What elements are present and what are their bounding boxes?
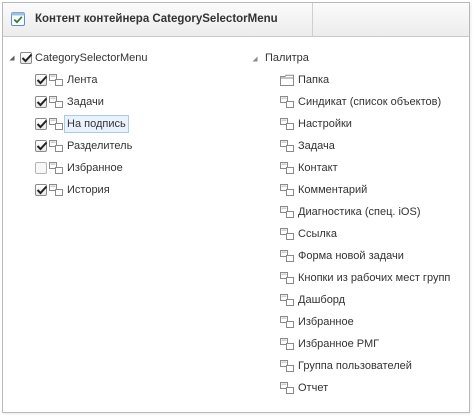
node-icon bbox=[280, 206, 294, 218]
palette-item-label: Группа пользователей bbox=[298, 360, 412, 372]
panel-checkbox-icon bbox=[11, 12, 25, 26]
node-icon bbox=[280, 294, 294, 306]
palette-item-label: Кнопки из рабочих мест групп bbox=[298, 272, 451, 284]
node-icon bbox=[280, 96, 294, 108]
item-checkbox[interactable] bbox=[35, 140, 48, 152]
palette-item-label: Синдикат (список объектов) bbox=[298, 96, 442, 108]
palette-item-label: Форма новой задачи bbox=[298, 250, 404, 262]
collapse-arrow-icon[interactable] bbox=[251, 55, 259, 63]
palette-item-label: Избранное bbox=[298, 316, 354, 328]
root-checkbox[interactable] bbox=[20, 52, 33, 64]
item-checkbox[interactable] bbox=[35, 184, 48, 196]
node-icon bbox=[49, 74, 63, 86]
node-icon bbox=[280, 250, 294, 262]
node-icon bbox=[280, 360, 294, 372]
collapse-arrow-icon[interactable] bbox=[8, 54, 16, 62]
palette-item-label: Контакт bbox=[298, 162, 338, 174]
palette-item-label: Отчет bbox=[298, 382, 329, 394]
folder-icon bbox=[280, 74, 294, 86]
node-icon bbox=[280, 118, 294, 130]
tree-item-label: Разделитель bbox=[67, 140, 133, 152]
node-icon bbox=[280, 272, 294, 284]
node-icon bbox=[280, 184, 294, 196]
palette-item-label: Дашборд bbox=[298, 294, 346, 306]
header-divider bbox=[312, 3, 313, 37]
tree-item-label: Лента bbox=[67, 74, 98, 86]
node-icon bbox=[49, 96, 63, 108]
palette-item-label: Комментарий bbox=[298, 184, 368, 196]
palette-root-label[interactable]: Палитра bbox=[265, 51, 309, 65]
palette-item-label: Папка bbox=[298, 74, 330, 86]
palette-item-label: Ссылка bbox=[298, 228, 337, 240]
node-icon bbox=[49, 140, 63, 152]
tree-item-label: На подпись bbox=[64, 115, 129, 133]
tree-item-label: Избранное bbox=[67, 162, 123, 174]
node-icon bbox=[280, 382, 294, 394]
tree-item-label: История bbox=[67, 184, 110, 196]
palette-item-label: Диагностика (спец. iOS) bbox=[298, 206, 421, 218]
node-icon bbox=[280, 228, 294, 240]
node-icon bbox=[49, 184, 63, 196]
palette-item-label: Настройки bbox=[298, 118, 352, 130]
panel-header: Контент контейнера CategorySelectorMenu bbox=[3, 3, 469, 37]
container-content-panel: Контент контейнера CategorySelectorMenu … bbox=[2, 2, 470, 413]
palette-item-label: Избранное РМГ bbox=[298, 338, 380, 350]
node-icon bbox=[280, 140, 294, 152]
node-icon bbox=[49, 162, 63, 174]
panel-title: Контент контейнера CategorySelectorMenu bbox=[35, 13, 278, 25]
item-checkbox[interactable] bbox=[35, 74, 48, 86]
node-icon bbox=[280, 338, 294, 350]
node-icon bbox=[280, 162, 294, 174]
node-icon bbox=[280, 316, 294, 328]
palette-item-label: Задача bbox=[298, 140, 335, 152]
item-checkbox[interactable] bbox=[35, 96, 48, 108]
node-icon bbox=[49, 118, 63, 130]
item-checkbox-unchecked[interactable] bbox=[35, 162, 47, 174]
item-checkbox[interactable] bbox=[35, 118, 48, 130]
tree-item-label: Задачи bbox=[67, 96, 104, 108]
tree-root-label[interactable]: CategorySelectorMenu bbox=[35, 51, 148, 65]
